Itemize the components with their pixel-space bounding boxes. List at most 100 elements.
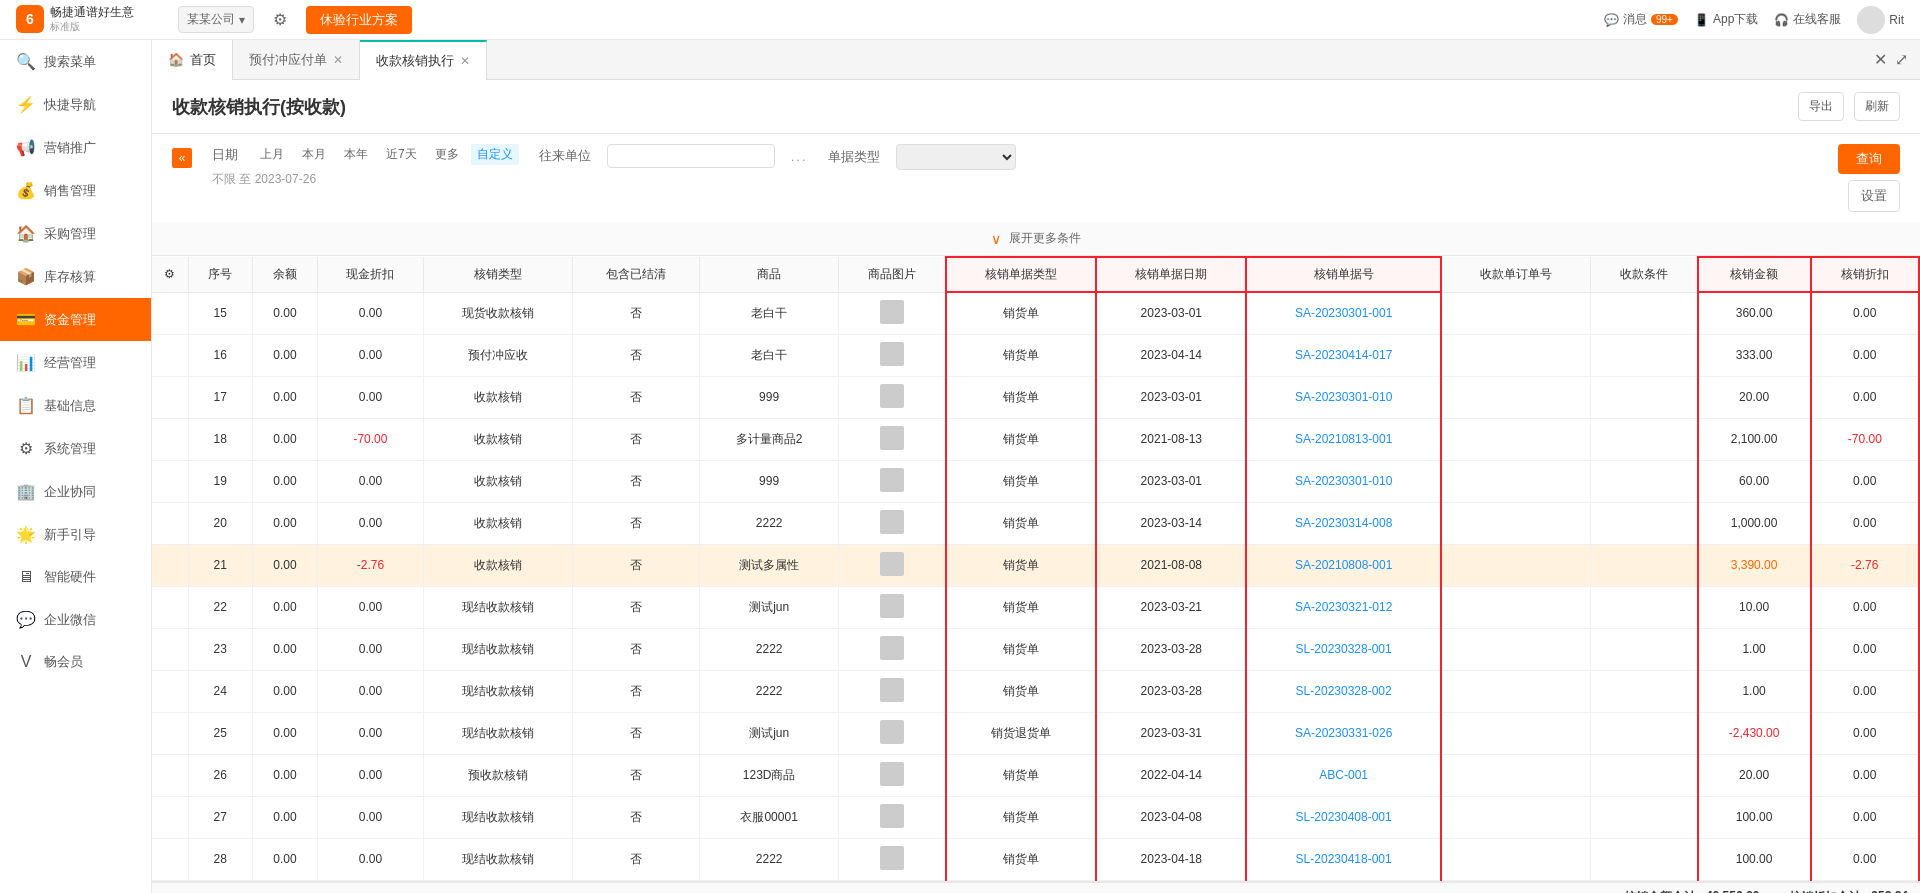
td-cash-discount: -70.00: [317, 418, 424, 460]
app-download-btn[interactable]: 📱 App下载: [1694, 11, 1758, 28]
sidebar-item-vip[interactable]: V 畅会员: [0, 641, 151, 683]
td-gear: [152, 754, 188, 796]
collapse-filter-btn[interactable]: «: [172, 148, 192, 168]
td-receipt-cond: [1590, 628, 1697, 670]
td-verify-type: 现结收款核销: [424, 670, 572, 712]
sidebar-item-smart-hw[interactable]: 🖥 智能硬件: [0, 556, 151, 598]
sidebar-item-basic-info[interactable]: 📋 基础信息: [0, 384, 151, 427]
td-bill-no[interactable]: SL-20230408-001: [1246, 796, 1441, 838]
td-bill-no[interactable]: SA-20230301-010: [1246, 376, 1441, 418]
td-no: 25: [188, 712, 253, 754]
sidebar-item-search[interactable]: 🔍 搜索菜单: [0, 40, 151, 83]
date-custom[interactable]: 自定义: [471, 144, 519, 165]
settings-button[interactable]: 设置: [1848, 180, 1900, 212]
td-bill-type: 销货单: [946, 460, 1096, 502]
sidebar-item-inventory[interactable]: 📦 库存核算: [0, 255, 151, 298]
td-bill-type: 销货单: [946, 544, 1096, 586]
company-name: 某某公司: [187, 11, 235, 28]
td-no: 16: [188, 334, 253, 376]
td-bill-no[interactable]: SA-20230301-010: [1246, 460, 1441, 502]
td-bill-no[interactable]: SL-20230418-001: [1246, 838, 1441, 880]
tab-prepay[interactable]: 预付冲应付单 ✕: [233, 40, 360, 80]
export-button[interactable]: 导出: [1798, 92, 1844, 121]
table-row: 22 0.00 0.00 现结收款核销 否 测试jun 销货单 2023-03-…: [152, 586, 1919, 628]
td-bill-no[interactable]: SA-20210808-001: [1246, 544, 1441, 586]
date-this-year[interactable]: 本年: [338, 144, 374, 165]
td-bill-date: 2023-03-01: [1096, 292, 1246, 334]
tab-prepay-close[interactable]: ✕: [333, 53, 343, 67]
td-receipt-order-no: [1441, 418, 1590, 460]
partner-input[interactable]: [607, 144, 775, 168]
sidebar-item-wechat[interactable]: 💬 企业微信: [0, 598, 151, 641]
td-goods: 老白干: [700, 292, 839, 334]
td-include-settled: 否: [572, 334, 699, 376]
td-bill-no[interactable]: SA-20230314-008: [1246, 502, 1441, 544]
td-verify-type: 收款核销: [424, 418, 572, 460]
sidebar-item-newbie[interactable]: 🌟 新手引导: [0, 513, 151, 556]
user-area[interactable]: Rit: [1857, 6, 1904, 34]
td-gear: [152, 712, 188, 754]
chevron-down-icon: ∨: [991, 231, 1001, 247]
online-service-btn[interactable]: 🎧 在线客服: [1774, 11, 1841, 28]
td-gear: [152, 796, 188, 838]
table-container: ⚙ 序号 余额 现金折扣 核销类型 包含已结清 商品 商品图片 核销单据类型 核…: [152, 256, 1920, 893]
td-bill-no[interactable]: SA-20230414-017: [1246, 334, 1441, 376]
company-selector[interactable]: 某某公司 ▾: [178, 6, 254, 33]
td-goods: 测试多属性: [700, 544, 839, 586]
partner-more-icon[interactable]: ...: [791, 149, 808, 164]
sidebar-item-finance[interactable]: 💳 资金管理: [0, 298, 151, 341]
tab-receipt-verify[interactable]: 收款核销执行 ✕: [360, 40, 487, 80]
sidebar-item-sales[interactable]: 💰 销售管理: [0, 169, 151, 212]
goods-image-cell: [839, 544, 946, 586]
expand-more-btn[interactable]: ∨ 展开更多条件: [983, 226, 1089, 251]
date-last-month[interactable]: 上月: [254, 144, 290, 165]
td-receipt-cond: [1590, 670, 1697, 712]
sidebar-item-purchase[interactable]: 🏠 采购管理: [0, 212, 151, 255]
th-gear[interactable]: ⚙: [152, 257, 188, 292]
td-receipt-cond: [1590, 334, 1697, 376]
basic-info-icon: 📋: [16, 396, 36, 415]
bill-type-select[interactable]: [896, 144, 1016, 170]
td-bill-no[interactable]: ABC-001: [1246, 754, 1441, 796]
industry-button[interactable]: 休验行业方案: [306, 6, 412, 34]
date-more[interactable]: 更多: [429, 144, 465, 165]
sidebar-item-marketing[interactable]: 📢 营销推广: [0, 126, 151, 169]
refresh-button[interactable]: 刷新: [1854, 92, 1900, 121]
logo-icon: 6: [16, 5, 44, 33]
td-receipt-order-no: [1441, 460, 1590, 502]
sidebar-item-system[interactable]: ⚙ 系统管理: [0, 427, 151, 470]
td-verify-type: 现结收款核销: [424, 838, 572, 880]
footer-verify-discount: 核销折扣合计: 952.24: [1789, 889, 1908, 894]
sidebar-item-operations[interactable]: 📊 经营管理: [0, 341, 151, 384]
date-this-month[interactable]: 本月: [296, 144, 332, 165]
td-receipt-order-no: [1441, 628, 1590, 670]
td-gear: [152, 838, 188, 880]
td-bill-no[interactable]: SA-20230301-001: [1246, 292, 1441, 334]
tab-receipt-verify-close[interactable]: ✕: [460, 54, 470, 68]
page-title: 收款核销执行(按收款): [172, 95, 346, 119]
td-bill-no[interactable]: SA-20210813-001: [1246, 418, 1441, 460]
td-verify-discount: -2.76: [1811, 544, 1919, 586]
logo-area: 6 畅捷通谱好生意 标准版: [16, 5, 166, 33]
table-row: 23 0.00 0.00 现结收款核销 否 2222 销货单 2023-03-2…: [152, 628, 1919, 670]
sidebar-item-quick-nav[interactable]: ⚡ 快捷导航: [0, 83, 151, 126]
message-btn[interactable]: 💬 消息 99+: [1604, 11, 1678, 28]
table-footer: 核销金额合计: 40,556,66... 核销折扣合计: 952.24: [152, 881, 1920, 894]
settings-icon[interactable]: ⚙: [266, 6, 294, 34]
td-bill-no[interactable]: SL-20230328-002: [1246, 670, 1441, 712]
partner-filter: 往来单位 ...: [539, 144, 808, 168]
td-bill-no[interactable]: SA-20230331-026: [1246, 712, 1441, 754]
tab-home[interactable]: 🏠 首页: [152, 40, 233, 80]
close-window-icon[interactable]: ✕: [1874, 50, 1887, 69]
td-receipt-cond: [1590, 754, 1697, 796]
th-cash-discount: 现金折扣: [317, 257, 424, 292]
maximize-icon[interactable]: ⤢: [1895, 50, 1908, 69]
page-header: 收款核销执行(按收款) 导出 刷新: [152, 80, 1920, 134]
td-cash-discount: 0.00: [317, 292, 424, 334]
date-last-7days[interactable]: 近7天: [380, 144, 423, 165]
td-bill-no[interactable]: SL-20230328-001: [1246, 628, 1441, 670]
sidebar-item-corp-collab[interactable]: 🏢 企业协同: [0, 470, 151, 513]
query-button[interactable]: 查询: [1838, 144, 1900, 174]
td-include-settled: 否: [572, 418, 699, 460]
td-bill-no[interactable]: SA-20230321-012: [1246, 586, 1441, 628]
